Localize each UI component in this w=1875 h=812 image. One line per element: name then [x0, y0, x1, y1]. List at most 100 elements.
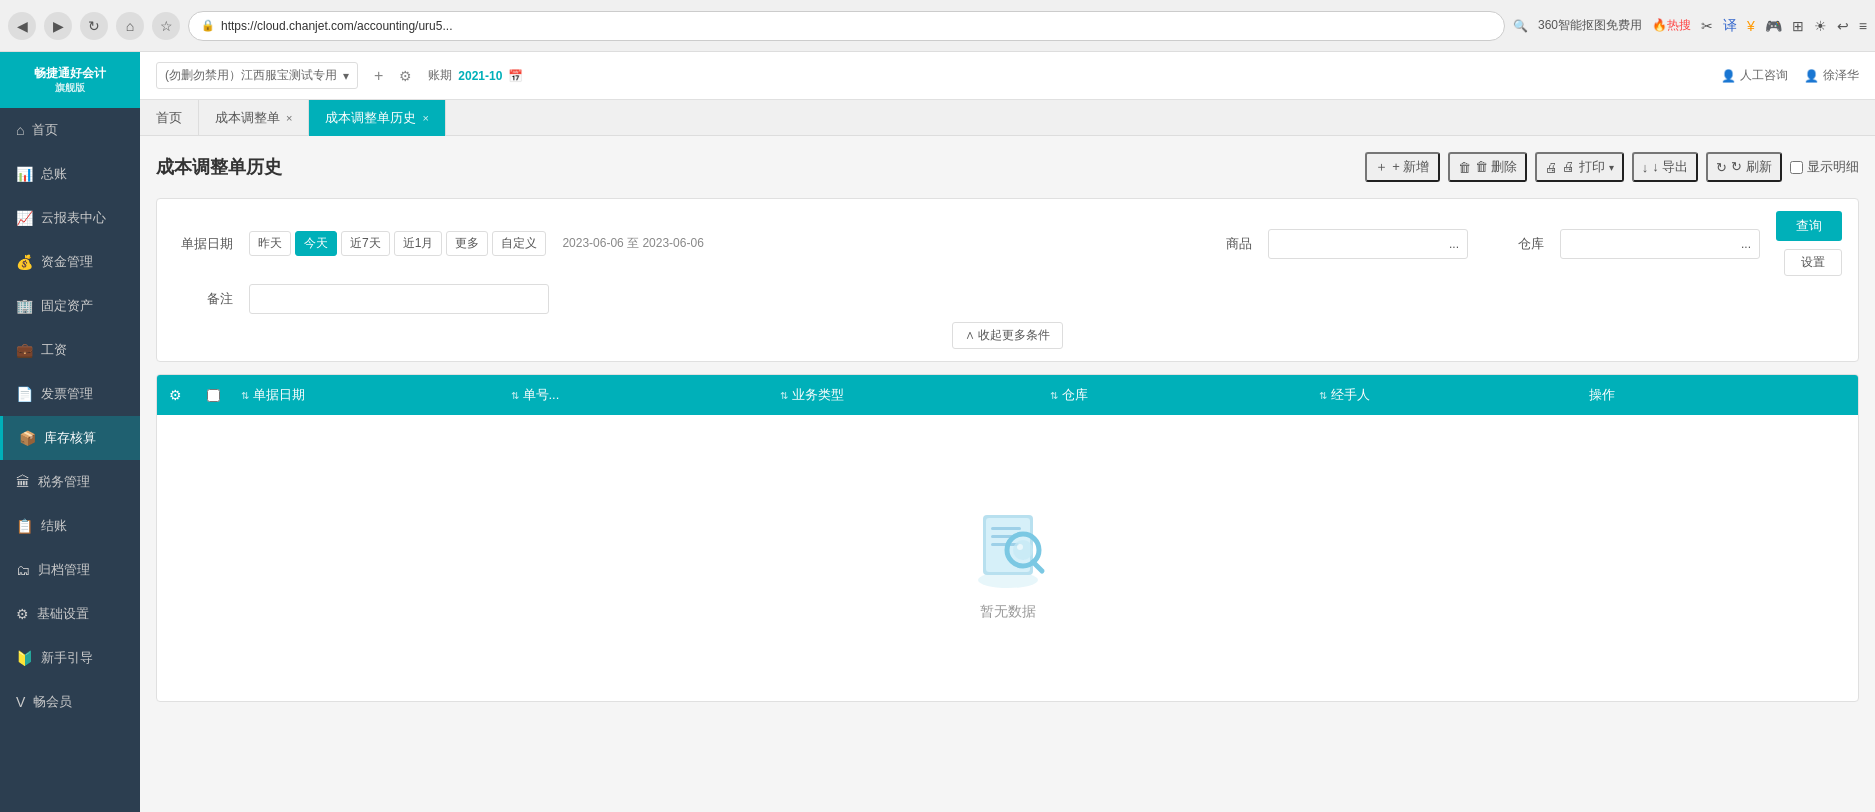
browser-tool-search[interactable]: 🔍 — [1513, 19, 1528, 33]
settings-icon: ⚙ — [16, 606, 29, 622]
sort-biztype-icon: ⇅ — [780, 390, 788, 401]
sidebar-item-home[interactable]: ⌂首页 — [0, 108, 140, 152]
payroll-icon: 💼 — [16, 342, 33, 358]
sidebar-item-invoice[interactable]: 📄发票管理 — [0, 372, 140, 416]
browser-bar: ◀ ▶ ↻ ⌂ ☆ 🔒 https://cloud.chanjet.com/ac… — [0, 0, 1875, 52]
browser-tool-sun[interactable]: ☀ — [1814, 18, 1827, 34]
sort-date-icon: ⇅ — [241, 390, 249, 401]
select-all-input[interactable] — [207, 389, 220, 402]
sidebar-label-fixed_assets: 固定资产 — [41, 297, 93, 315]
tab-label-cost_adjust_history: 成本调整单历史 — [325, 109, 416, 127]
sidebar-item-settings[interactable]: ⚙基础设置 — [0, 592, 140, 636]
tab-close-cost_adjust[interactable]: × — [286, 112, 292, 124]
browser-tool-translate[interactable]: 译 — [1723, 17, 1737, 35]
sidebar-item-general_ledger[interactable]: 📊总账 — [0, 152, 140, 196]
user-info[interactable]: 👤 徐泽华 — [1804, 67, 1859, 84]
collapse-button[interactable]: ∧ 收起更多条件 — [952, 322, 1063, 349]
setting-button[interactable]: 设置 — [1784, 249, 1842, 276]
date-btn-近7天[interactable]: 近7天 — [341, 231, 390, 256]
settings-icon[interactable]: ⚙ — [399, 68, 412, 84]
plus-icon: ＋ — [1375, 158, 1388, 176]
goods-selector[interactable]: ... — [1268, 229, 1468, 259]
period-label: 账期 — [428, 67, 452, 84]
invoice-icon: 📄 — [16, 386, 33, 402]
sidebar-item-settle[interactable]: 📋 结账 — [0, 504, 140, 548]
browser-tool-grid[interactable]: ⊞ — [1792, 18, 1804, 34]
sidebar-item-fund[interactable]: 💰资金管理 — [0, 240, 140, 284]
company-selector[interactable]: (勿删勿禁用）江西服宝测试专用 ▾ — [156, 62, 358, 89]
sidebar-label-member: 畅会员 — [33, 693, 72, 711]
date-filter-label: 单据日期 — [173, 235, 233, 253]
sidebar-label-tax: 税务管理 — [38, 473, 90, 491]
url-bar[interactable]: 🔒 https://cloud.chanjet.com/accounting/u… — [188, 11, 1505, 41]
header-actions: ＋ + 新增 🗑 🗑 删除 🖨 🖨 打印 ▾ — [1365, 152, 1859, 182]
th-warehouse[interactable]: ⇅ 仓库 — [1042, 386, 1312, 404]
remarks-input[interactable] — [249, 284, 549, 314]
th-date[interactable]: ⇅ 单据日期 — [233, 386, 503, 404]
page-tab-cost_adjust_history[interactable]: 成本调整单历史 × — [309, 100, 445, 136]
sidebar-item-tax[interactable]: 🏛 税务管理 — [0, 460, 140, 504]
date-btn-今天[interactable]: 今天 — [295, 231, 337, 256]
sort-warehouse-icon: ⇅ — [1050, 390, 1058, 401]
sidebar-item-fixed_assets[interactable]: 🏢固定资产 — [0, 284, 140, 328]
date-btn-自定义[interactable]: 自定义 — [492, 231, 546, 256]
show-detail-checkbox[interactable]: 显示明细 — [1790, 158, 1859, 176]
calendar-icon[interactable]: 📅 — [508, 69, 523, 83]
tab-close-cost_adjust_history[interactable]: × — [422, 112, 428, 124]
fund-icon: 💰 — [16, 254, 33, 270]
print-button[interactable]: 🖨 🖨 打印 ▾ — [1535, 152, 1624, 182]
page-tab-home[interactable]: 首页 — [140, 100, 199, 136]
th-biz-type[interactable]: ⇅ 业务类型 — [772, 386, 1042, 404]
member-icon: V — [16, 694, 25, 710]
browser-tool-game[interactable]: 🎮 — [1765, 18, 1782, 34]
back-button[interactable]: ◀ — [8, 12, 36, 40]
sidebar-item-member[interactable]: V 畅会员 — [0, 680, 140, 724]
add-icon[interactable]: + — [374, 67, 383, 85]
settle-icon: 📋 — [16, 518, 33, 534]
th-operator[interactable]: ⇅ 经手人 — [1311, 386, 1581, 404]
period-info: 账期 2021-10 📅 — [428, 67, 523, 84]
browser-tool-menu[interactable]: ≡ — [1859, 18, 1867, 34]
home-icon: ⌂ — [16, 122, 24, 138]
service-button[interactable]: 👤 人工咨询 — [1721, 67, 1788, 84]
select-all-checkbox[interactable] — [193, 389, 233, 402]
date-btn-近1月[interactable]: 近1月 — [394, 231, 443, 256]
show-detail-label: 显示明细 — [1807, 158, 1859, 176]
show-detail-input[interactable] — [1790, 161, 1803, 174]
browser-tool-wallet[interactable]: ¥ — [1747, 18, 1755, 34]
sidebar-item-inventory[interactable]: 📦库存核算 — [0, 416, 140, 460]
export-button[interactable]: ↓ ↓ 导出 — [1632, 152, 1699, 182]
page-tabs: 首页成本调整单× 成本调整单历史 × — [140, 100, 1875, 136]
browser-tool-undo[interactable]: ↩ — [1837, 18, 1849, 34]
delete-button[interactable]: 🗑 🗑 删除 — [1448, 152, 1528, 182]
sidebar-label-settle: 结账 — [41, 517, 67, 535]
forward-button[interactable]: ▶ — [44, 12, 72, 40]
page-tab-cost_adjust[interactable]: 成本调整单× — [199, 100, 309, 136]
table-container: ⚙ ⇅ 单据日期 ⇅ 单号... ⇅ 业务类型 — [156, 374, 1859, 702]
date-filter-group: 昨天今天近7天近1月更多自定义 — [249, 231, 546, 256]
query-button[interactable]: 查询 — [1776, 211, 1842, 241]
top-right-area: 👤 人工咨询 👤 徐泽华 — [1721, 67, 1859, 84]
th-number[interactable]: ⇅ 单号... — [503, 386, 773, 404]
star-button[interactable]: ☆ — [152, 12, 180, 40]
new-button[interactable]: ＋ + 新增 — [1365, 152, 1439, 182]
browser-tool-scissors[interactable]: ✂ — [1701, 18, 1713, 34]
date-btn-更多[interactable]: 更多 — [446, 231, 488, 256]
tax-icon: 🏛 — [16, 474, 30, 490]
sidebar-item-guide[interactable]: 🔰新手引导 — [0, 636, 140, 680]
sidebar-item-reports[interactable]: 📈云报表中心 — [0, 196, 140, 240]
svg-rect-3 — [991, 527, 1021, 530]
sidebar: 畅捷通好会计 旗舰版 ⌂首页📊总账📈云报表中心💰资金管理🏢固定资产💼工资📄发票管… — [0, 52, 140, 812]
refresh-button[interactable]: ↻ ↻ 刷新 — [1706, 152, 1782, 182]
sort-operator-icon: ⇅ — [1319, 390, 1327, 401]
browser-hot-label[interactable]: 🔥热搜 — [1652, 17, 1691, 34]
chevron-down-icon: ▾ — [343, 69, 349, 83]
refresh-button[interactable]: ↻ — [80, 12, 108, 40]
sidebar-item-payroll[interactable]: 💼工资 — [0, 328, 140, 372]
home-button[interactable]: ⌂ — [116, 12, 144, 40]
sidebar-item-archive[interactable]: 🗂归档管理 — [0, 548, 140, 592]
warehouse-selector[interactable]: ... — [1560, 229, 1760, 259]
date-btn-昨天[interactable]: 昨天 — [249, 231, 291, 256]
table-settings-icon[interactable]: ⚙ — [157, 387, 193, 403]
empty-image — [958, 495, 1058, 595]
